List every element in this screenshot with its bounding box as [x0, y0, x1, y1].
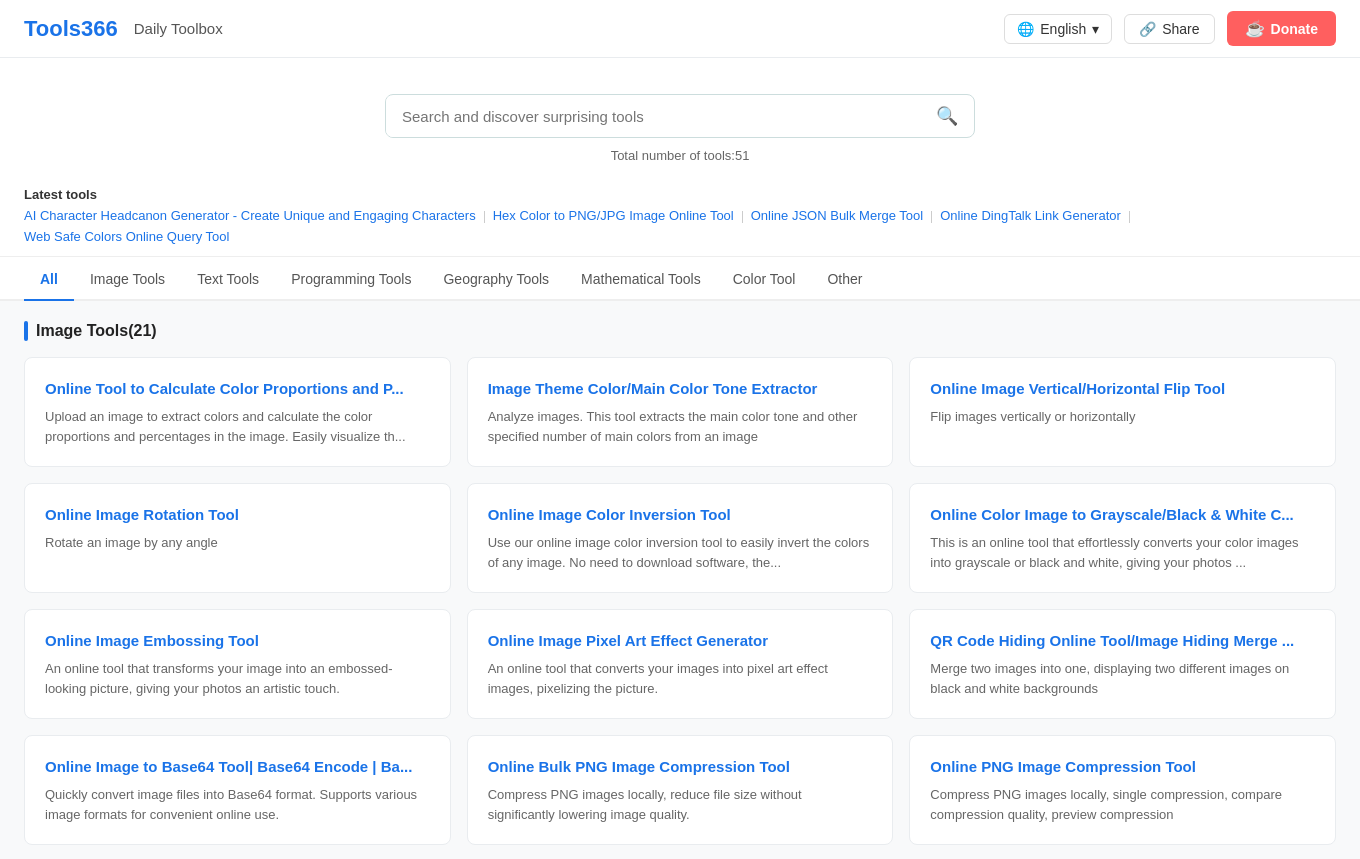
- latest-links: AI Character Headcanon Generator - Creat…: [24, 208, 1336, 244]
- tool-card-title: QR Code Hiding Online Tool/Image Hiding …: [930, 630, 1315, 651]
- tool-card-title: Online Color Image to Grayscale/Black & …: [930, 504, 1315, 525]
- latest-link[interactable]: Online JSON Bulk Merge Tool: [751, 208, 940, 223]
- tool-card-title: Online PNG Image Compression Tool: [930, 756, 1315, 777]
- tab-geography[interactable]: Geography Tools: [427, 257, 565, 301]
- tool-card-desc: Use our online image color inversion too…: [488, 533, 873, 572]
- donate-label: Donate: [1271, 21, 1318, 37]
- tool-card-desc: Compress PNG images locally, reduce file…: [488, 785, 873, 824]
- tool-card[interactable]: Online Color Image to Grayscale/Black & …: [909, 483, 1336, 593]
- tool-card-desc: An online tool that converts your images…: [488, 659, 873, 698]
- tab-all[interactable]: All: [24, 257, 74, 301]
- section-title: Image Tools(21): [24, 321, 1336, 341]
- tab-programming[interactable]: Programming Tools: [275, 257, 427, 301]
- tool-card-title: Online Image Vertical/Horizontal Flip To…: [930, 378, 1315, 399]
- tool-card[interactable]: QR Code Hiding Online Tool/Image Hiding …: [909, 609, 1336, 719]
- chevron-down-icon: ▾: [1092, 21, 1099, 37]
- latest-tools-bar: Latest tools AI Character Headcanon Gene…: [0, 179, 1360, 257]
- search-area: 🔍 Total number of tools:51: [0, 58, 1360, 179]
- tool-card-desc: Analyze images. This tool extracts the m…: [488, 407, 873, 446]
- tab-text[interactable]: Text Tools: [181, 257, 275, 301]
- logo[interactable]: Tools366: [24, 16, 118, 42]
- tool-card-desc: An online tool that transforms your imag…: [45, 659, 430, 698]
- tool-card-title: Online Image Pixel Art Effect Generator: [488, 630, 873, 651]
- search-input[interactable]: [386, 96, 920, 137]
- search-button[interactable]: 🔍: [920, 95, 974, 137]
- tool-card-title: Online Bulk PNG Image Compression Tool: [488, 756, 873, 777]
- latest-link[interactable]: Hex Color to PNG/JPG Image Online Tool: [493, 208, 751, 223]
- share-icon: 🔗: [1139, 21, 1156, 37]
- language-label: English: [1040, 21, 1086, 37]
- header-right: 🌐 English ▾ 🔗 Share ☕ Donate: [1004, 11, 1336, 46]
- tool-card[interactable]: Online Bulk PNG Image Compression Tool Co…: [467, 735, 894, 845]
- tool-card-title: Online Tool to Calculate Color Proportio…: [45, 378, 430, 399]
- globe-icon: 🌐: [1017, 21, 1034, 37]
- tab-color[interactable]: Color Tool: [717, 257, 812, 301]
- tool-card-title: Online Image Color Inversion Tool: [488, 504, 873, 525]
- donate-button[interactable]: ☕ Donate: [1227, 11, 1336, 46]
- tool-card[interactable]: Image Theme Color/Main Color Tone Extrac…: [467, 357, 894, 467]
- latest-link[interactable]: AI Character Headcanon Generator - Creat…: [24, 208, 493, 223]
- latest-link[interactable]: Online DingTalk Link Generator: [940, 208, 1138, 223]
- tools-grid: Online Tool to Calculate Color Proportio…: [24, 357, 1336, 859]
- tool-card-desc: Flip images vertically or horizontally: [930, 407, 1315, 427]
- tool-card-desc: Rotate an image by any angle: [45, 533, 430, 553]
- tool-card[interactable]: Online Image Pixel Art Effect Generator A…: [467, 609, 894, 719]
- tool-card[interactable]: Online Image Embossing Tool An online too…: [24, 609, 451, 719]
- tool-card-title: Online Image to Base64 Tool| Base64 Enco…: [45, 756, 430, 777]
- tool-card-title: Online Image Rotation Tool: [45, 504, 430, 525]
- tool-card-desc: This is an online tool that effortlessly…: [930, 533, 1315, 572]
- tab-mathematical[interactable]: Mathematical Tools: [565, 257, 717, 301]
- latest-tools-label: Latest tools: [24, 187, 1336, 202]
- tab-image[interactable]: Image Tools: [74, 257, 181, 301]
- latest-link[interactable]: Web Safe Colors Online Query Tool: [24, 229, 229, 244]
- daily-toolbox-label: Daily Toolbox: [134, 20, 223, 37]
- tool-card-title: Image Theme Color/Main Color Tone Extrac…: [488, 378, 873, 399]
- tool-card[interactable]: Online Image Color Inversion Tool Use our…: [467, 483, 894, 593]
- tool-card[interactable]: Online Image Vertical/Horizontal Flip To…: [909, 357, 1336, 467]
- tool-card[interactable]: Online PNG Image Compression Tool Compres…: [909, 735, 1336, 845]
- tool-card[interactable]: Online Tool to Calculate Color Proportio…: [24, 357, 451, 467]
- share-button[interactable]: 🔗 Share: [1124, 14, 1214, 44]
- tool-card-title: Online Image Embossing Tool: [45, 630, 430, 651]
- header: Tools366 Daily Toolbox 🌐 English ▾ 🔗 Sha…: [0, 0, 1360, 58]
- tool-card-desc: Upload an image to extract colors and ca…: [45, 407, 430, 446]
- donate-icon: ☕: [1245, 19, 1265, 38]
- header-left: Tools366 Daily Toolbox: [24, 16, 223, 42]
- tab-other[interactable]: Other: [811, 257, 878, 301]
- share-label: Share: [1162, 21, 1199, 37]
- tool-card-desc: Merge two images into one, displaying tw…: [930, 659, 1315, 698]
- language-button[interactable]: 🌐 English ▾: [1004, 14, 1112, 44]
- search-box: 🔍: [385, 94, 975, 138]
- tool-card[interactable]: Online Image Rotation Tool Rotate an imag…: [24, 483, 451, 593]
- tool-card-desc: Quickly convert image files into Base64 …: [45, 785, 430, 824]
- main-content: Image Tools(21) Online Tool to Calculate…: [0, 301, 1360, 859]
- tools-count: Total number of tools:51: [24, 148, 1336, 163]
- section-title-bar: [24, 321, 28, 341]
- tabs-bar: AllImage ToolsText ToolsProgramming Tool…: [0, 257, 1360, 301]
- tool-card[interactable]: Online Image to Base64 Tool| Base64 Enco…: [24, 735, 451, 845]
- tool-card-desc: Compress PNG images locally, single comp…: [930, 785, 1315, 824]
- section-title-text: Image Tools(21): [36, 322, 157, 340]
- search-icon: 🔍: [936, 106, 958, 126]
